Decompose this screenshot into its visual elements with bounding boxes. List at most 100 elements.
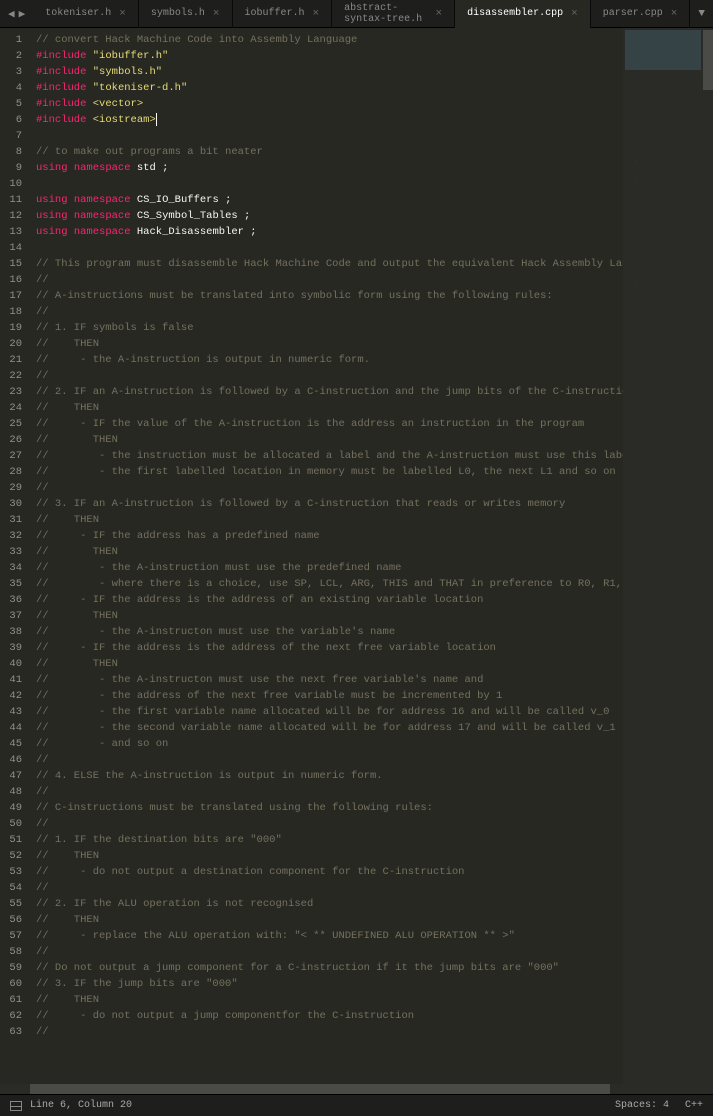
language-mode[interactable]: C++ [685, 1100, 703, 1111]
nav-back-icon[interactable]: ◀ [6, 7, 17, 21]
line-number: 49 [4, 800, 22, 816]
tab-overflow-icon[interactable]: ▼ [690, 8, 713, 20]
code-line[interactable]: #include <iostream> [30, 112, 623, 128]
code-line[interactable]: // - the A-instructon must use the varia… [30, 624, 623, 640]
code-line[interactable]: using namespace Hack_Disassembler ; [30, 224, 623, 240]
code-line[interactable]: // [30, 1024, 623, 1040]
code-line[interactable] [30, 128, 623, 144]
nav-forward-icon[interactable]: ▶ [17, 7, 28, 21]
panel-icon[interactable] [10, 1101, 22, 1111]
line-number: 23 [4, 384, 22, 400]
code-line[interactable]: #include "symbols.h" [30, 64, 623, 80]
close-icon[interactable]: × [571, 8, 578, 20]
code-line[interactable]: // - IF the address has a predefined nam… [30, 528, 623, 544]
code-line[interactable]: // 2. IF the ALU operation is not recogn… [30, 896, 623, 912]
tab-iobuffer-h[interactable]: iobuffer.h× [233, 0, 333, 28]
code-line[interactable]: // [30, 304, 623, 320]
tab-tokeniser-h[interactable]: tokeniser.h× [33, 0, 139, 28]
code-line[interactable]: // - where there is a choice, use SP, LC… [30, 576, 623, 592]
code-line[interactable]: // [30, 480, 623, 496]
code-line[interactable]: // 1. IF symbols is false [30, 320, 623, 336]
code-line[interactable]: // THEN [30, 608, 623, 624]
code-line[interactable]: // - the first labelled location in memo… [30, 464, 623, 480]
code-line[interactable]: // 3. IF the jump bits are "000" [30, 976, 623, 992]
code-line[interactable]: #include "iobuffer.h" [30, 48, 623, 64]
code-line[interactable]: // - and so on [30, 736, 623, 752]
code-line[interactable]: // [30, 944, 623, 960]
code-line[interactable]: #include <vector> [30, 96, 623, 112]
code-line[interactable]: // to make out programs a bit neater [30, 144, 623, 160]
code-line[interactable]: // - do not output a destination compone… [30, 864, 623, 880]
horizontal-scrollbar[interactable] [0, 1084, 713, 1094]
code-line[interactable]: // THEN [30, 656, 623, 672]
vertical-scroll-thumb[interactable] [703, 30, 713, 90]
line-number: 31 [4, 512, 22, 528]
code-line[interactable] [30, 240, 623, 256]
code-editor[interactable]: // convert Hack Machine Code into Assemb… [30, 28, 623, 1084]
code-line[interactable]: // - the A-instruction is output in nume… [30, 352, 623, 368]
code-line[interactable]: using namespace CS_Symbol_Tables ; [30, 208, 623, 224]
code-line[interactable]: #include "tokeniser-d.h" [30, 80, 623, 96]
line-number: 9 [4, 160, 22, 176]
indentation-setting[interactable]: Spaces: 4 [615, 1100, 669, 1111]
code-line[interactable]: // THEN [30, 336, 623, 352]
code-line[interactable]: // - IF the value of the A-instruction i… [30, 416, 623, 432]
code-line[interactable]: // 3. IF an A-instruction is followed by… [30, 496, 623, 512]
code-line[interactable]: // - the first variable name allocated w… [30, 704, 623, 720]
code-line[interactable]: // 2. IF an A-instruction is followed by… [30, 384, 623, 400]
code-line[interactable]: // convert Hack Machine Code into Assemb… [30, 32, 623, 48]
tab-abstract-syntax-tree-h[interactable]: abstract-syntax-tree.h× [332, 0, 455, 28]
code-line[interactable]: // - the second variable name allocated … [30, 720, 623, 736]
tab-parser-cpp[interactable]: parser.cpp× [591, 0, 691, 28]
code-line[interactable]: // Do not output a jump component for a … [30, 960, 623, 976]
code-line[interactable]: // [30, 880, 623, 896]
line-number: 6 [4, 112, 22, 128]
code-line[interactable]: // 1. IF the destination bits are "000" [30, 832, 623, 848]
code-line[interactable]: // THEN [30, 912, 623, 928]
code-line[interactable]: // - the instruction must be allocated a… [30, 448, 623, 464]
close-icon[interactable]: × [671, 8, 678, 20]
code-line[interactable]: // THEN [30, 512, 623, 528]
code-line[interactable]: // THEN [30, 432, 623, 448]
code-line[interactable]: // - the A-instructon must use the next … [30, 672, 623, 688]
code-line[interactable]: // - IF the address is the address of an… [30, 592, 623, 608]
code-line[interactable]: // - IF the address is the address of th… [30, 640, 623, 656]
code-line[interactable]: // [30, 816, 623, 832]
vertical-scrollbar[interactable] [703, 28, 713, 1084]
code-line[interactable]: // This program must disassemble Hack Ma… [30, 256, 623, 272]
cursor-position[interactable]: Line 6, Column 20 [30, 1100, 132, 1111]
code-line[interactable]: using namespace CS_IO_Buffers ; [30, 192, 623, 208]
code-line[interactable]: // [30, 784, 623, 800]
close-icon[interactable]: × [213, 8, 220, 20]
code-line[interactable]: // THEN [30, 992, 623, 1008]
line-number-gutter: 1234567891011121314151617181920212223242… [0, 28, 30, 1084]
code-line[interactable] [30, 176, 623, 192]
code-line[interactable]: // C-instructions must be translated usi… [30, 800, 623, 816]
code-line[interactable]: // [30, 272, 623, 288]
line-number: 20 [4, 336, 22, 352]
code-line[interactable]: // THEN [30, 400, 623, 416]
line-number: 52 [4, 848, 22, 864]
code-line[interactable]: // - replace the ALU operation with: "< … [30, 928, 623, 944]
line-number: 55 [4, 896, 22, 912]
tab-symbols-h[interactable]: symbols.h× [139, 0, 233, 28]
tab-disassembler-cpp[interactable]: disassembler.cpp× [455, 0, 591, 28]
code-line[interactable]: using namespace std ; [30, 160, 623, 176]
code-line[interactable]: // - the A-instruction must use the pred… [30, 560, 623, 576]
code-line[interactable]: // [30, 752, 623, 768]
close-icon[interactable]: × [313, 8, 320, 20]
line-number: 12 [4, 208, 22, 224]
close-icon[interactable]: × [119, 8, 126, 20]
code-line[interactable]: // A-instructions must be translated int… [30, 288, 623, 304]
line-number: 63 [4, 1024, 22, 1040]
code-line[interactable]: // 4. ELSE the A-instruction is output i… [30, 768, 623, 784]
code-line[interactable]: // [30, 368, 623, 384]
close-icon[interactable]: × [436, 8, 443, 20]
code-line[interactable]: // - the address of the next free variab… [30, 688, 623, 704]
code-line[interactable]: // - do not output a jump componentfor t… [30, 1008, 623, 1024]
tabs-container: tokeniser.h×symbols.h×iobuffer.h×abstrac… [33, 0, 690, 28]
minimap[interactable]: // convert Hack Machine Code into Assemb… [623, 28, 703, 1084]
code-line[interactable]: // THEN [30, 848, 623, 864]
horizontal-scroll-thumb[interactable] [30, 1084, 610, 1094]
code-line[interactable]: // THEN [30, 544, 623, 560]
